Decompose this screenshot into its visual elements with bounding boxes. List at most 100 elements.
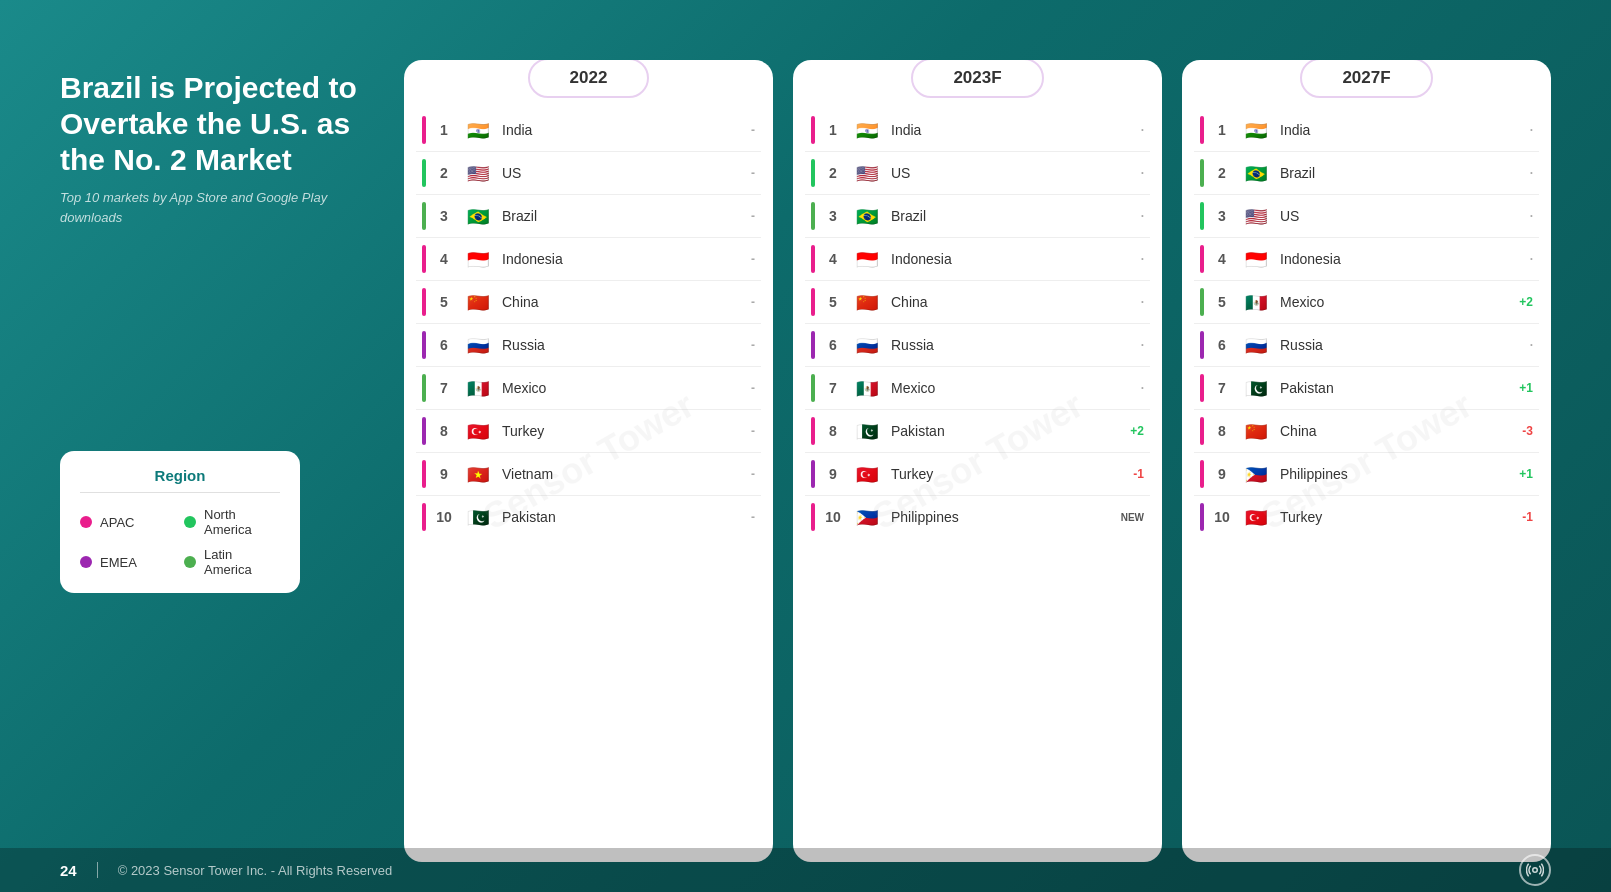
rank-change: · <box>1497 209 1533 223</box>
country-name: Mexico <box>502 380 711 396</box>
rank-change: +1 <box>1497 381 1533 395</box>
rank-number: 2 <box>434 165 454 181</box>
rank-number: 2 <box>823 165 843 181</box>
rank-change: - <box>719 123 755 137</box>
left-panel: Brazil is Projected to Overtake the U.S.… <box>60 60 380 862</box>
rank-change: - <box>719 381 755 395</box>
rank-number: 3 <box>434 208 454 224</box>
table-row: 7🇵🇰Pakistan+1 <box>1194 367 1539 410</box>
rank-number: 2 <box>1212 165 1232 181</box>
rank-number: 6 <box>1212 337 1232 353</box>
legend-grid: APACNorth AmericaEMEALatin America <box>80 507 280 577</box>
table-row: 8🇹🇷Turkey- <box>416 410 761 453</box>
rank-number: 9 <box>823 466 843 482</box>
table-row: 2🇺🇸US- <box>416 152 761 195</box>
country-flag: 🇺🇸 <box>1240 205 1272 227</box>
rank-bar <box>811 288 815 316</box>
rank-bar <box>811 245 815 273</box>
rank-change: - <box>719 252 755 266</box>
table-row: 8🇨🇳China-3 <box>1194 410 1539 453</box>
country-name: Indonesia <box>1280 251 1489 267</box>
country-flag: 🇨🇳 <box>1240 420 1272 442</box>
rank-bar <box>1200 116 1204 144</box>
main-container: Brazil is Projected to Overtake the U.S.… <box>0 0 1611 892</box>
country-name: Indonesia <box>502 251 711 267</box>
rank-number: 10 <box>823 509 843 525</box>
country-flag: 🇺🇸 <box>851 162 883 184</box>
country-name: Brazil <box>891 208 1100 224</box>
country-flag: 🇲🇽 <box>1240 291 1272 313</box>
table-row: 6🇷🇺Russia· <box>805 324 1150 367</box>
country-name: Philippines <box>1280 466 1489 482</box>
rank-bar <box>811 460 815 488</box>
rank-number: 4 <box>823 251 843 267</box>
rank-change: +1 <box>1497 467 1533 481</box>
rank-change: - <box>719 510 755 524</box>
rank-number: 4 <box>1212 251 1232 267</box>
country-name: Turkey <box>502 423 711 439</box>
rank-change: NEW <box>1108 512 1144 523</box>
rank-number: 1 <box>823 122 843 138</box>
rank-bar <box>422 116 426 144</box>
rank-bar <box>422 331 426 359</box>
country-name: US <box>891 165 1100 181</box>
country-flag: 🇻🇳 <box>462 463 494 485</box>
country-flag: 🇷🇺 <box>462 334 494 356</box>
rank-number: 1 <box>434 122 454 138</box>
country-name: India <box>1280 122 1489 138</box>
rank-bar <box>1200 245 1204 273</box>
rank-change: - <box>719 209 755 223</box>
table-row: 3🇺🇸US· <box>1194 195 1539 238</box>
legend-item-label: Latin America <box>204 547 280 577</box>
country-flag: 🇨🇳 <box>851 291 883 313</box>
footer-copyright: © 2023 Sensor Tower Inc. - All Rights Re… <box>118 863 393 878</box>
rank-number: 6 <box>434 337 454 353</box>
rank-number: 5 <box>434 294 454 310</box>
rank-change: - <box>719 424 755 438</box>
table-row: 4🇮🇩Indonesia· <box>805 238 1150 281</box>
legend-title: Region <box>80 467 280 493</box>
legend-color-dot <box>80 516 92 528</box>
sensor-tower-logo <box>1519 854 1551 886</box>
legend-color-dot <box>184 516 196 528</box>
table-row: 9🇹🇷Turkey-1 <box>805 453 1150 496</box>
rank-bar <box>422 503 426 531</box>
legend-item: APAC <box>80 507 176 537</box>
country-flag: 🇨🇳 <box>462 291 494 313</box>
country-name: China <box>891 294 1100 310</box>
rank-number: 1 <box>1212 122 1232 138</box>
country-name: India <box>502 122 711 138</box>
rank-change: · <box>1108 381 1144 395</box>
rank-change: · <box>1108 295 1144 309</box>
rank-bar <box>1200 331 1204 359</box>
rank-bar <box>422 202 426 230</box>
rank-number: 9 <box>1212 466 1232 482</box>
table-rows: 1🇮🇳India·2🇧🇷Brazil·3🇺🇸US·4🇮🇩Indonesia·5🇲… <box>1182 109 1551 538</box>
table-row: 7🇲🇽Mexico· <box>805 367 1150 410</box>
rank-change: · <box>1108 166 1144 180</box>
table-row: 6🇷🇺Russia· <box>1194 324 1539 367</box>
country-flag: 🇲🇽 <box>462 377 494 399</box>
country-flag: 🇮🇳 <box>851 119 883 141</box>
rank-change: - <box>719 467 755 481</box>
table-row: 1🇮🇳India· <box>805 109 1150 152</box>
table-card-2027: 2027FSensor Tower1🇮🇳India·2🇧🇷Brazil·3🇺🇸U… <box>1182 60 1551 862</box>
country-flag: 🇹🇷 <box>462 420 494 442</box>
table-row: 3🇧🇷Brazil- <box>416 195 761 238</box>
country-name: China <box>502 294 711 310</box>
rank-bar <box>811 159 815 187</box>
table-row: 7🇲🇽Mexico- <box>416 367 761 410</box>
footer-divider <box>97 862 98 878</box>
rank-change: - <box>719 338 755 352</box>
rank-change: -3 <box>1497 424 1533 438</box>
rank-bar <box>422 417 426 445</box>
country-name: Brazil <box>1280 165 1489 181</box>
country-name: US <box>1280 208 1489 224</box>
table-row: 1🇮🇳India- <box>416 109 761 152</box>
country-flag: 🇲🇽 <box>851 377 883 399</box>
rank-number: 8 <box>823 423 843 439</box>
rank-change: · <box>1108 338 1144 352</box>
table-header-1: 2023F <box>911 60 1043 98</box>
table-row: 10🇹🇷Turkey-1 <box>1194 496 1539 538</box>
table-row: 3🇧🇷Brazil· <box>805 195 1150 238</box>
